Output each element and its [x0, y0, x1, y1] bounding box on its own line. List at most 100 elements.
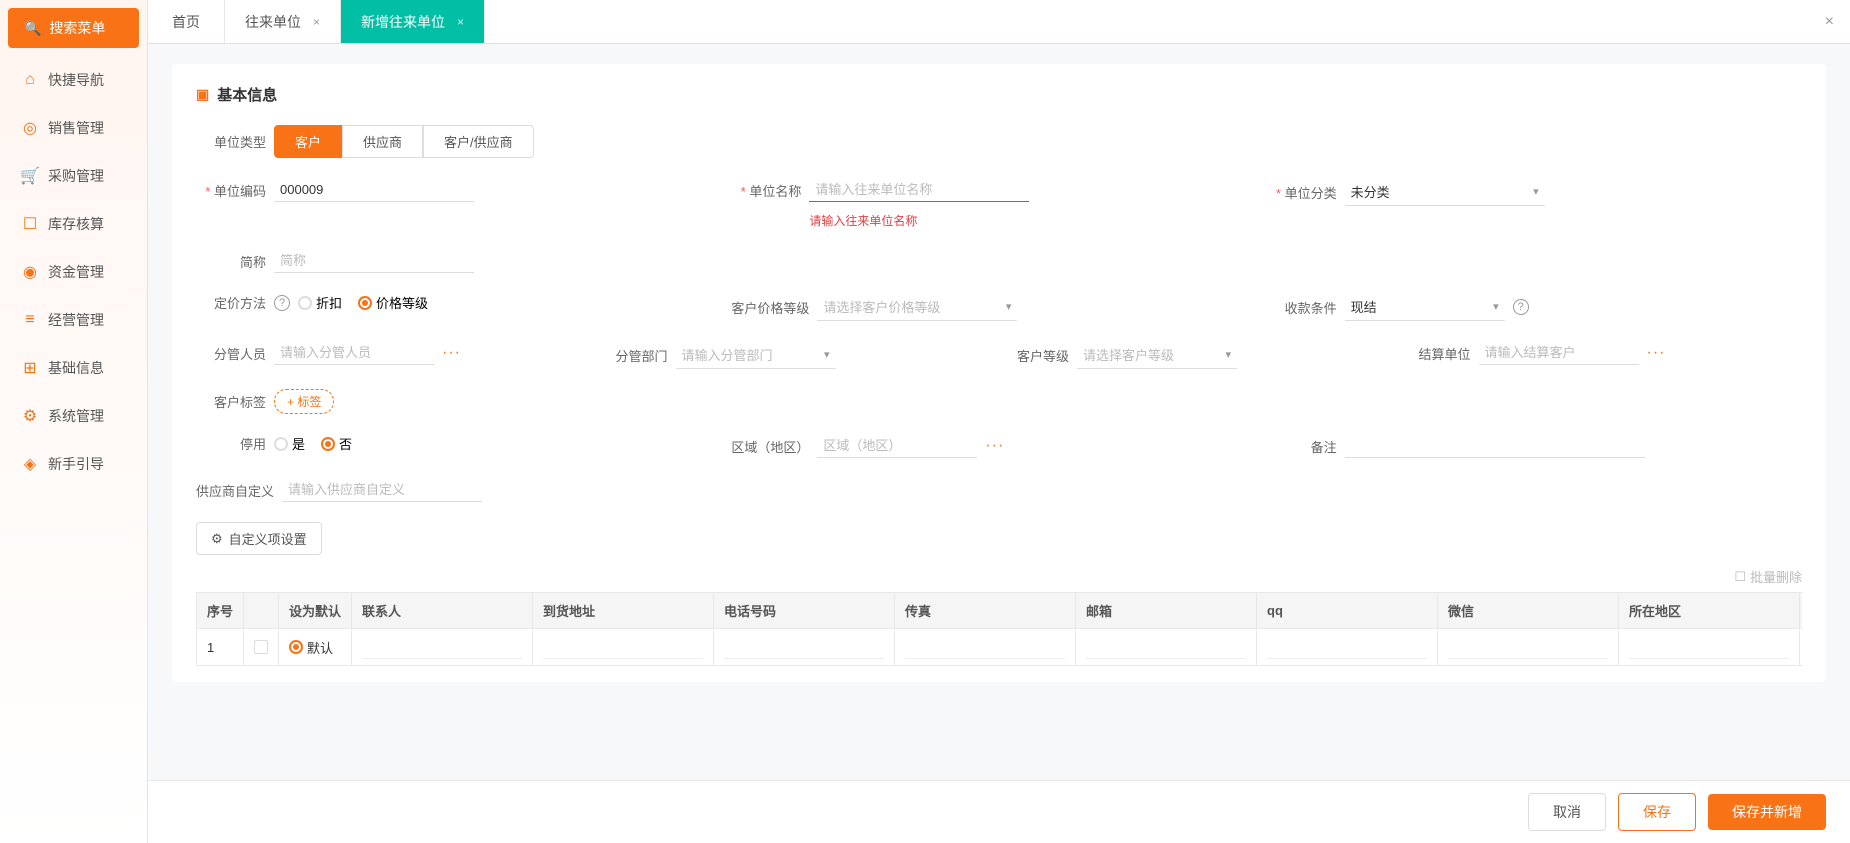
- save-button[interactable]: 保存: [1618, 793, 1696, 831]
- dept-select[interactable]: 请输入分管部门 ▾: [676, 341, 836, 369]
- disabled-no-radio[interactable]: 否: [321, 434, 352, 453]
- home-icon: ⌂: [20, 70, 40, 90]
- region-input[interactable]: [817, 434, 977, 458]
- payment-help-icon[interactable]: ?: [1513, 299, 1529, 315]
- tab-home[interactable]: 首页: [148, 0, 225, 43]
- section-title-icon: ▣: [196, 86, 209, 103]
- disabled-yes-circle: [274, 437, 288, 451]
- default-radio-circle: [289, 640, 303, 654]
- tab2-close-icon[interactable]: ×: [457, 15, 464, 29]
- cell-region[interactable]: [1619, 629, 1800, 666]
- cell-address[interactable]: [533, 629, 714, 666]
- region-row-input[interactable]: [1629, 635, 1789, 659]
- customer-price-select[interactable]: 请选择客户价格等级 ▾: [817, 293, 1017, 321]
- manager-input[interactable]: [274, 341, 434, 365]
- custom-settings-button[interactable]: ⚙ 自定义项设置: [196, 522, 322, 555]
- supplier-custom-item: 供应商自定义: [196, 478, 1802, 502]
- manager-row: 分管人员 ··· 分管部门 请输入分管部门 ▾ 客户等级 请选择客户等级 ▾: [196, 341, 1802, 369]
- settlement-ellipsis-button[interactable]: ···: [1647, 344, 1666, 362]
- table-header-row: 序号 设为默认 联系人 到货地址 电话号码 传真 邮箱 qq 微信 所在地区 操…: [197, 593, 1803, 629]
- fax-input[interactable]: [905, 635, 1065, 659]
- cancel-button[interactable]: 取消: [1528, 793, 1606, 831]
- short-name-label: 简称: [196, 252, 266, 271]
- close-all-tabs-button[interactable]: ×: [1809, 13, 1850, 31]
- pricing-method-item: 定价方法 ? 折扣 价格等级: [196, 293, 731, 312]
- short-name-input[interactable]: [274, 249, 474, 273]
- settlement-input[interactable]: [1479, 341, 1639, 365]
- col-email: 邮箱: [1076, 593, 1257, 629]
- col-seq: 序号: [197, 593, 244, 629]
- sidebar-item-quick-nav[interactable]: ⌂ 快捷导航: [0, 56, 147, 104]
- default-radio[interactable]: 默认: [289, 638, 341, 657]
- region-ellipsis-button[interactable]: ···: [985, 437, 1004, 455]
- contact-input[interactable]: [362, 635, 522, 659]
- sidebar-item-operation[interactable]: ≡ 经营管理: [0, 296, 147, 344]
- supplier-custom-row: 供应商自定义: [196, 478, 1802, 502]
- qq-input[interactable]: [1267, 635, 1427, 659]
- unit-code-label: 单位编码: [196, 181, 266, 200]
- tab1-close-icon[interactable]: ×: [313, 15, 320, 29]
- cell-actions: + 🗑: [1800, 629, 1802, 666]
- tags-item: 客户标签 + 标签: [196, 389, 1802, 414]
- pricing-level-radio[interactable]: 价格等级: [358, 293, 428, 312]
- unit-category-item: 单位分类 未分类 ▾: [1267, 178, 1802, 206]
- add-tag-button[interactable]: + 标签: [274, 389, 334, 414]
- cell-email[interactable]: [1076, 629, 1257, 666]
- tab-contacts[interactable]: 往来单位 ×: [225, 0, 341, 43]
- unit-name-error: 请输入往来单位名称: [809, 212, 917, 229]
- settlement-item: 结算单位 ···: [1401, 341, 1803, 365]
- unit-code-item: 单位编码: [196, 178, 731, 202]
- tab-new-contact[interactable]: 新增往来单位 ×: [341, 0, 485, 43]
- sidebar-item-basic[interactable]: ⊞ 基础信息: [0, 344, 147, 392]
- unit-name-label: 单位名称: [731, 181, 801, 200]
- customer-level-select[interactable]: 请选择客户等级 ▾: [1077, 341, 1237, 369]
- unit-btn-supplier[interactable]: 供应商: [342, 125, 423, 158]
- pricing-help-icon[interactable]: ?: [274, 295, 290, 311]
- remark-input[interactable]: [1345, 434, 1645, 458]
- supplier-custom-input[interactable]: [282, 478, 482, 502]
- sidebar-item-inventory[interactable]: ☐ 库存核算: [0, 200, 147, 248]
- unit-category-chevron-icon: ▾: [1533, 185, 1539, 198]
- discount-radio-circle: [298, 296, 312, 310]
- search-menu-button[interactable]: 🔍 搜索菜单: [8, 8, 139, 48]
- col-qq: qq: [1257, 593, 1438, 629]
- customer-price-chevron-icon: ▾: [1006, 300, 1012, 313]
- unit-btn-both[interactable]: 客户/供应商: [423, 125, 534, 158]
- cell-contact[interactable]: [352, 629, 533, 666]
- cell-phone[interactable]: [714, 629, 895, 666]
- cell-checkbox[interactable]: [244, 629, 279, 666]
- customer-level-label: 客户等级: [999, 346, 1069, 365]
- unit-btn-customer[interactable]: 客户: [274, 125, 342, 158]
- cell-qq[interactable]: [1257, 629, 1438, 666]
- sidebar-item-guide[interactable]: ◈ 新手引导: [0, 440, 147, 488]
- cell-default: 默认: [279, 629, 352, 666]
- finance-icon: ◉: [20, 262, 40, 282]
- disabled-yes-radio[interactable]: 是: [274, 434, 305, 453]
- phone-input[interactable]: [724, 635, 884, 659]
- save-new-button[interactable]: 保存并新增: [1708, 794, 1826, 830]
- unit-category-select[interactable]: 未分类 ▾: [1345, 178, 1545, 206]
- unit-code-input[interactable]: [274, 178, 474, 202]
- cell-fax[interactable]: [895, 629, 1076, 666]
- pricing-discount-radio[interactable]: 折扣: [298, 293, 342, 312]
- sidebar-item-sales[interactable]: ◎ 销售管理: [0, 104, 147, 152]
- row-checkbox[interactable]: [254, 640, 268, 654]
- email-input[interactable]: [1086, 635, 1246, 659]
- sidebar-item-system[interactable]: ⚙ 系统管理: [0, 392, 147, 440]
- system-icon: ⚙: [20, 406, 40, 426]
- sidebar-item-purchase[interactable]: 🛒 采购管理: [0, 152, 147, 200]
- payment-condition-select[interactable]: 现结 ▾: [1345, 293, 1505, 321]
- batch-delete-label[interactable]: 批量删除: [1750, 567, 1802, 586]
- wechat-input[interactable]: [1448, 635, 1608, 659]
- sidebar-item-finance[interactable]: ◉ 资金管理: [0, 248, 147, 296]
- disabled-region-row: 停用 是 否 区域（地区） ···: [196, 434, 1802, 458]
- dept-label: 分管部门: [598, 346, 668, 365]
- unit-name-input[interactable]: [809, 178, 1029, 202]
- manager-ellipsis-button[interactable]: ···: [442, 344, 461, 362]
- settlement-label: 结算单位: [1401, 344, 1471, 363]
- payment-condition-chevron-icon: ▾: [1493, 300, 1499, 313]
- customer-level-item: 客户等级 请选择客户等级 ▾: [999, 341, 1401, 369]
- address-input[interactable]: [543, 635, 703, 659]
- cell-wechat[interactable]: [1438, 629, 1619, 666]
- supplier-custom-label: 供应商自定义: [196, 481, 274, 500]
